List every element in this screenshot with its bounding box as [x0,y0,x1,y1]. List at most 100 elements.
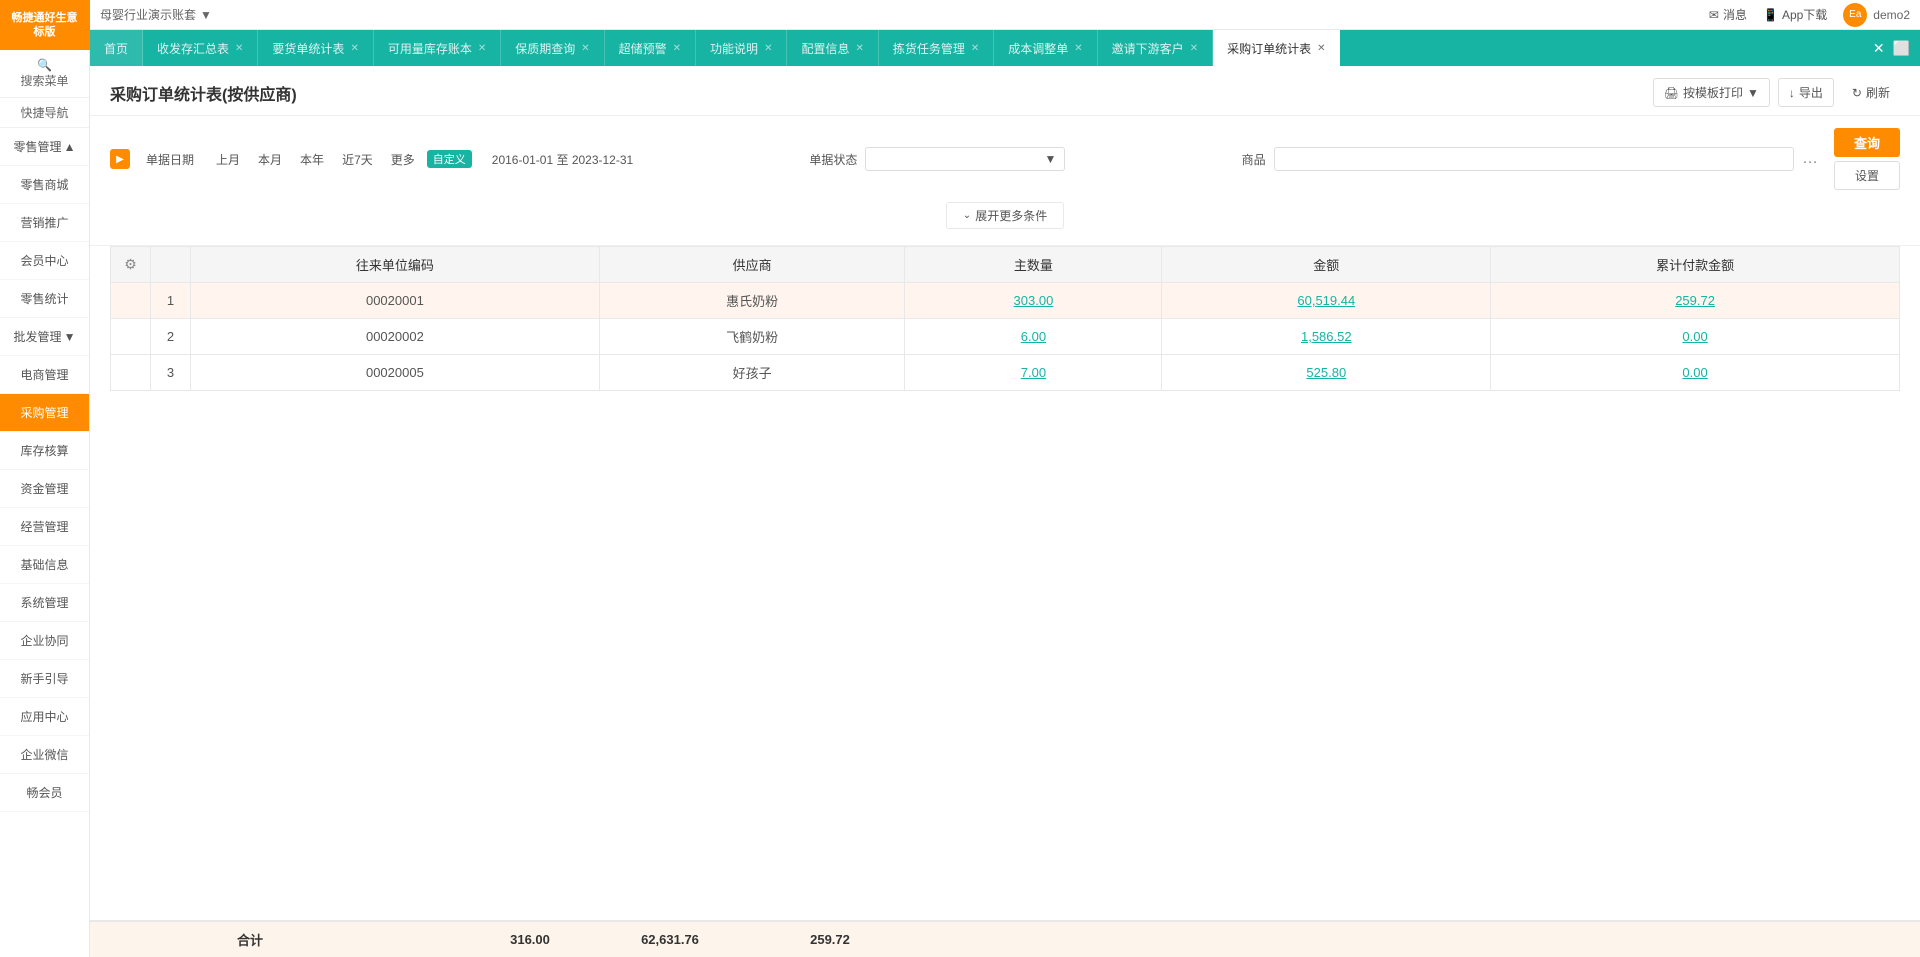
tab-purchase-summary[interactable]: 采购订单统计表 ✕ [1213,30,1340,66]
sidebar-item-basic-info[interactable]: 基础信息 [0,546,89,584]
date-7days-btn[interactable]: 近7天 [336,149,379,170]
query-button[interactable]: 查询 [1834,128,1900,157]
sidebar-item-wechat[interactable]: 企业微信 [0,736,89,774]
sidebar-item-inventory[interactable]: 库存核算 [0,432,89,470]
sidebar-item-label: 采购管理 [20,406,68,420]
topbar-right: ✉ 消息 📱 App下载 Ea demo2 [1709,3,1910,27]
tab-close-icon[interactable]: ✕ [1317,43,1325,54]
user-menu[interactable]: Ea demo2 [1843,3,1910,27]
date-this-year-btn[interactable]: 本年 [294,149,330,170]
sidebar-item-purchase[interactable]: 采购管理 [0,394,89,432]
sidebar-item-label: 零售管理 [14,138,62,155]
tab-close-icon[interactable]: ✕ [764,43,772,54]
cell-settings [111,355,151,391]
status-select[interactable]: ▼ [865,147,1065,171]
page-content: 采购订单统计表(按供应商) 🖨 按模板打印 ▼ ↓ 导出 ↻ 刷新 [90,66,1920,957]
table-row[interactable]: 3 00020005 好孩子 7.00 525.80 0.00 [111,355,1900,391]
sidebar-item-ecommerce[interactable]: 电商管理 [0,356,89,394]
cell-unit-code: 00020001 [191,283,600,319]
table-row[interactable]: 1 00020001 惠氏奶粉 303.00 60,519.44 259.72 [111,283,1900,319]
cell-paid-amount[interactable]: 259.72 [1491,283,1900,319]
tab-close-icon[interactable]: ✕ [1190,43,1198,54]
sidebar-item-label: 零售统计 [20,292,68,306]
tab-function-desc[interactable]: 功能说明 ✕ [696,30,787,66]
goods-filter-input[interactable] [1274,147,1794,171]
tab-expiry-query[interactable]: 保质期查询 ✕ [501,30,604,66]
col-paid-amount: 累计付款金额 [1491,247,1900,283]
settings-button[interactable]: 设置 [1834,161,1900,190]
tab-close-icon[interactable]: ✕ [235,43,243,54]
cell-amount[interactable]: 525.80 [1162,355,1491,391]
filter-toggle-button[interactable]: ▶ [110,149,130,169]
sidebar-item-label: 批发管理 [14,328,62,345]
main-content: 母婴行业演示账套 ▼ ✉ 消息 📱 App下载 Ea demo2 首页 收发存汇… [90,0,1920,957]
cell-amount[interactable]: 60,519.44 [1162,283,1491,319]
sidebar-item-system[interactable]: 系统管理 [0,584,89,622]
table-row[interactable]: 2 00020002 飞鹤奶粉 6.00 1,586.52 0.00 [111,319,1900,355]
sidebar-item-finance[interactable]: 资金管理 [0,470,89,508]
date-custom-badge[interactable]: 自定义 [427,150,472,168]
tab-label: 保质期查询 [515,40,575,57]
tab-invite-downstream[interactable]: 邀请下游客户 ✕ [1098,30,1213,66]
page-title: 采购订单统计表(按供应商) [110,81,297,105]
sidebar-item-guide[interactable]: 新手引导 [0,660,89,698]
refresh-icon: ↻ [1852,86,1862,100]
date-more-btn[interactable]: 更多 [385,149,421,170]
data-table: ⚙ 往来单位编码 供应商 主数量 金额 [110,246,1900,391]
tab-close-icon[interactable]: ✕ [971,43,979,54]
page-actions: 🖨 按模板打印 ▼ ↓ 导出 ↻ 刷新 [1653,78,1900,107]
sidebar-item-member[interactable]: 会员中心 [0,242,89,280]
sidebar-item-enterprise[interactable]: 企业协同 [0,622,89,660]
maximize-icon[interactable]: ⬜ [1893,40,1910,57]
cell-amount[interactable]: 1,586.52 [1162,319,1491,355]
cell-row-num: 2 [151,319,191,355]
tab-close-icon[interactable]: ✕ [581,43,589,54]
more-options-icon[interactable]: … [1802,150,1818,168]
tab-receive-summary[interactable]: 收发存汇总表 ✕ [143,30,258,66]
sidebar-item-retail-shop[interactable]: 零售商城 [0,166,89,204]
tab-close-icon[interactable]: ✕ [855,43,863,54]
tab-available-stock[interactable]: 可用量库存账本 ✕ [374,30,501,66]
sidebar-quick-nav[interactable]: 快捷导航 [0,98,89,128]
date-this-month-btn[interactable]: 本月 [252,149,288,170]
col-settings[interactable]: ⚙ [111,247,151,283]
col-supplier: 供应商 [599,247,905,283]
close-all-icon[interactable]: ✕ [1873,40,1885,57]
print-button[interactable]: 🖨 按模板打印 ▼ [1653,78,1770,107]
sidebar-search[interactable]: 🔍 搜索菜单 [0,50,89,98]
tab-close-icon[interactable]: ✕ [478,43,486,54]
tab-home[interactable]: 首页 [90,30,143,66]
refresh-button[interactable]: ↻ 刷新 [1842,79,1900,106]
tab-close-icon[interactable]: ✕ [350,43,358,54]
tab-cost-adjust[interactable]: 成本调整单 ✕ [994,30,1097,66]
cell-paid-amount[interactable]: 0.00 [1491,355,1900,391]
cell-paid-amount[interactable]: 0.00 [1491,319,1900,355]
tab-label: 采购订单统计表 [1227,40,1311,57]
sidebar-item-wholesale[interactable]: 批发管理 ▼ [0,318,89,356]
export-button[interactable]: ↓ 导出 [1778,78,1834,107]
sidebar-item-marketing[interactable]: 营销推广 [0,204,89,242]
sidebar-item-retail-stats[interactable]: 零售统计 [0,280,89,318]
sidebar-item-member2[interactable]: 畅会员 [0,774,89,812]
sidebar-item-retail-mgmt[interactable]: 零售管理 ▲ [0,128,89,166]
expand-filter-button[interactable]: ⌄ 展开更多条件 [946,202,1064,229]
tab-picking-task[interactable]: 拣货任务管理 ✕ [879,30,994,66]
message-button[interactable]: ✉ 消息 [1709,6,1747,23]
sidebar-item-label: 库存核算 [20,444,68,458]
cell-main-qty[interactable]: 6.00 [905,319,1162,355]
date-last-month-btn[interactable]: 上月 [210,149,246,170]
app-download-button[interactable]: 📱 App下载 [1763,6,1827,23]
tab-overstock-warning[interactable]: 超储预警 ✕ [605,30,696,66]
cell-row-num: 3 [151,355,191,391]
sidebar-item-operation[interactable]: 经营管理 [0,508,89,546]
cell-main-qty[interactable]: 303.00 [905,283,1162,319]
tab-config-info[interactable]: 配置信息 ✕ [787,30,878,66]
tab-close-icon[interactable]: ✕ [673,43,681,54]
industry-name: 母婴行业演示账套 [100,6,196,23]
tab-close-icon[interactable]: ✕ [1074,43,1082,54]
industry-selector[interactable]: 母婴行业演示账套 ▼ [100,6,212,23]
sidebar-item-app-center[interactable]: 应用中心 [0,698,89,736]
export-icon: ↓ [1789,86,1795,100]
cell-main-qty[interactable]: 7.00 [905,355,1162,391]
tab-goods-summary[interactable]: 要货单统计表 ✕ [258,30,373,66]
